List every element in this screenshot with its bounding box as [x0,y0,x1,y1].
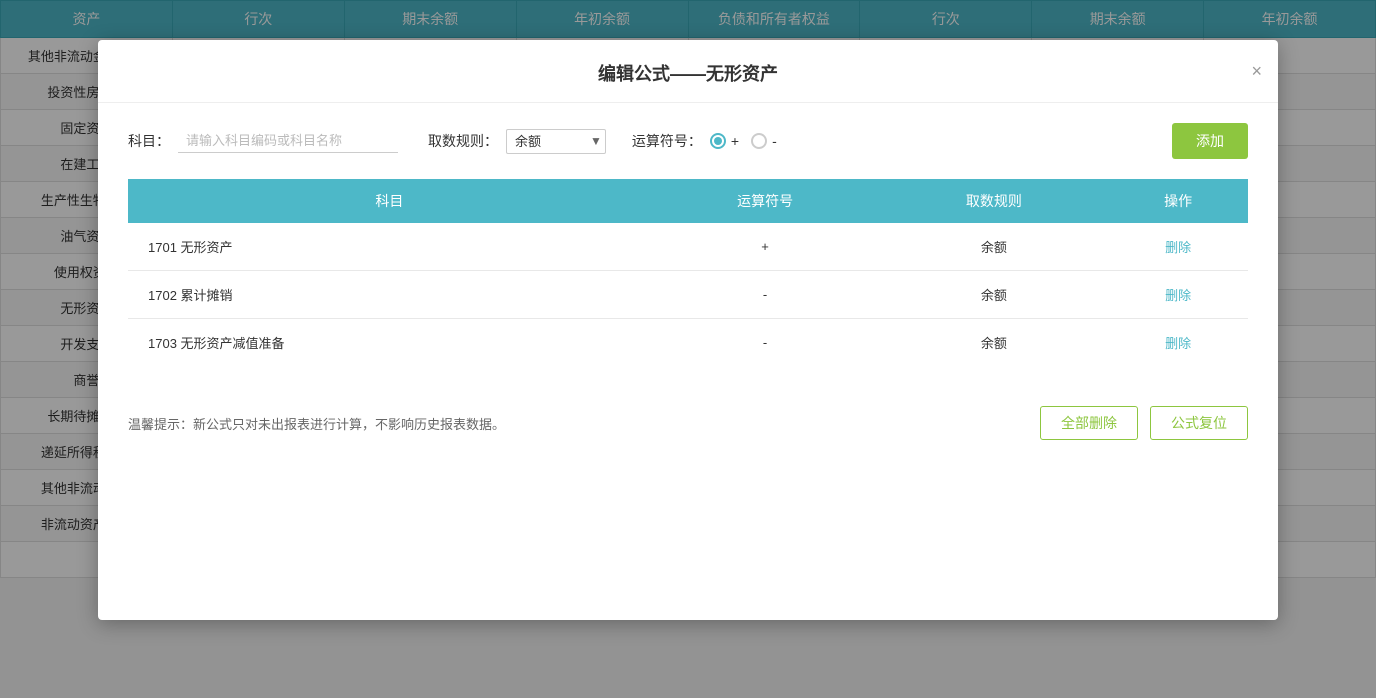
minus-label: - [772,133,777,149]
data-table-wrapper: 科目 运算符号 取数规则 操作 1701 无形资产 + 余额 删除 [98,179,1278,366]
rule-label: 取数规则： [428,131,498,151]
subject-group: 科目： [128,129,398,153]
delete-button-2[interactable]: 删除 [1165,285,1191,304]
modal-title: 编辑公式——无形资产 [598,64,778,84]
edit-formula-modal: 编辑公式——无形资产 × 科目： 取数规则： 余额 借方 贷方 借方发生额 [98,40,1278,620]
delete-all-button[interactable]: 全部删除 [1040,406,1138,440]
modal-close-button[interactable]: × [1251,62,1262,80]
operator-label: 运算符号： [632,131,702,151]
col-header-action: 操作 [1108,179,1248,223]
row-subject-3: 1703 无形资产减值准备 [128,319,651,367]
row-operator-3: - [651,319,880,367]
formula-table: 科目 运算符号 取数规则 操作 1701 无形资产 + 余额 删除 [128,179,1248,366]
row-subject-1: 1701 无形资产 [128,223,651,271]
subject-input[interactable] [178,129,398,153]
table-row: 1703 无形资产减值准备 - 余额 删除 [128,319,1248,367]
operator-radio-group: + - [710,133,777,149]
modal-footer: 温馨提示：新公式只对未出报表进行计算，不影响历史报表数据。 全部删除 公式复位 [98,386,1278,460]
add-button[interactable]: 添加 [1172,123,1248,159]
rule-select-wrap: 余额 借方 贷方 借方发生额 贷方发生额 ▼ [506,129,602,154]
delete-button-1[interactable]: 删除 [1165,237,1191,256]
form-row: 科目： 取数规则： 余额 借方 贷方 借方发生额 贷方发生额 ▼ [98,103,1278,179]
operator-group: 运算符号： + - [632,131,777,151]
row-rule-1: 余额 [879,223,1108,271]
radio-circle-minus [751,133,767,149]
table-row: 1701 无形资产 + 余额 删除 [128,223,1248,271]
reset-formula-button[interactable]: 公式复位 [1150,406,1248,440]
footer-tip: 温馨提示：新公式只对未出报表进行计算，不影响历史报表数据。 [128,414,505,433]
row-rule-2: 余额 [879,271,1108,319]
table-header-row: 科目 运算符号 取数规则 操作 [128,179,1248,223]
row-action-3: 删除 [1108,319,1248,367]
row-operator-2: - [651,271,880,319]
table-row: 1702 累计摊销 - 余额 删除 [128,271,1248,319]
row-subject-2: 1702 累计摊销 [128,271,651,319]
subject-label: 科目： [128,131,170,151]
delete-button-3[interactable]: 删除 [1165,333,1191,352]
operator-plus-radio[interactable]: + [710,133,739,149]
footer-buttons: 全部删除 公式复位 [1040,406,1248,440]
col-header-rule: 取数规则 [879,179,1108,223]
plus-label: + [731,133,739,149]
row-action-2: 删除 [1108,271,1248,319]
col-header-subject: 科目 [128,179,651,223]
row-operator-1: + [651,223,880,271]
row-rule-3: 余额 [879,319,1108,367]
modal-overlay: 编辑公式——无形资产 × 科目： 取数规则： 余额 借方 贷方 借方发生额 [0,0,1376,698]
operator-minus-radio[interactable]: - [751,133,777,149]
col-header-operator: 运算符号 [651,179,880,223]
modal-header: 编辑公式——无形资产 × [98,40,1278,103]
radio-circle-plus [710,133,726,149]
row-action-1: 删除 [1108,223,1248,271]
rule-group: 取数规则： 余额 借方 贷方 借方发生额 贷方发生额 ▼ [428,129,602,154]
rule-select[interactable]: 余额 借方 贷方 借方发生额 贷方发生额 [506,129,606,154]
